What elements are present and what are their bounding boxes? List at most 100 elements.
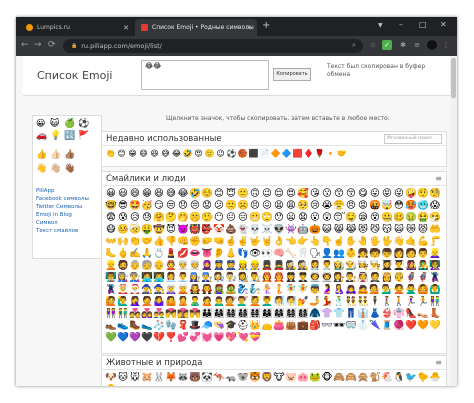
emoji-button[interactable]: 🧛 (201, 284, 213, 296)
reload-button[interactable]: ⟳ (48, 40, 56, 50)
emoji-button[interactable]: 🕵️ (297, 260, 309, 272)
emoji-button[interactable]: 🧟‍♀️ (213, 284, 225, 296)
emoji-button[interactable]: 👨‍🔧 (201, 272, 213, 284)
emoji-button[interactable]: 👞 (105, 320, 117, 332)
emoji-button[interactable]: 🐼 (201, 372, 213, 384)
emoji-button[interactable]: 🤬 (369, 200, 381, 212)
emoji-button[interactable]: 👖 (345, 308, 357, 320)
emoji-button[interactable]: 🧐 (429, 188, 441, 200)
emoji-button[interactable]: 🗣 (309, 248, 321, 260)
emoji-button[interactable]: 👿 (177, 224, 189, 236)
emoji-button[interactable]: 🧣 (177, 320, 189, 332)
emoji-button[interactable]: 🙍 (201, 296, 213, 308)
emoji-button[interactable]: 🔸 (325, 148, 336, 160)
emoji-button[interactable]: 👆 (309, 236, 321, 248)
emoji-button[interactable]: 👨‍🎤 (417, 260, 429, 272)
emoji-button[interactable]: 👨‍⚕️ (321, 260, 333, 272)
emoji-button[interactable]: 😡 (357, 200, 369, 212)
back-button[interactable]: ← (21, 40, 29, 50)
emoji-button[interactable]: ♦️ (303, 148, 314, 160)
emoji-button[interactable]: 👹 (189, 224, 201, 236)
emoji-button[interactable]: 😵 (369, 212, 381, 224)
emoji-button[interactable]: 😁 (141, 188, 153, 200)
emoji-button[interactable]: 🤭 (177, 212, 189, 224)
emoji-button[interactable]: 👣 (237, 248, 249, 260)
emoji-button[interactable]: 👝 (261, 320, 273, 332)
emoji-button[interactable]: 👨‍⚖️ (345, 272, 357, 284)
emoji-button[interactable]: 💇 (225, 296, 237, 308)
emoji-button[interactable]: 🐻 (189, 372, 201, 384)
emoji-button[interactable]: 😼 (369, 224, 381, 236)
emoji-button[interactable]: 🔶 (270, 148, 281, 160)
emoji-button[interactable]: 😫 (273, 200, 285, 212)
emoji-button[interactable]: 🙅 (393, 284, 405, 296)
emoji-button[interactable]: 👽 (273, 224, 285, 236)
wave-dark-icon[interactable]: 👋🏾 (64, 164, 75, 174)
category-animals-icon[interactable]: 😺 (50, 119, 59, 129)
emoji-button[interactable]: 🤝 (336, 148, 347, 160)
emoji-button[interactable]: 😾 (417, 224, 429, 236)
link-facebook-symbols[interactable]: Facebook символы (36, 196, 102, 203)
skin-tone-light-icon[interactable]: 👍🏻 (50, 150, 61, 160)
emoji-button[interactable]: 👜 (285, 320, 297, 332)
emoji-button[interactable]: 🧦 (153, 320, 165, 332)
emoji-button[interactable]: 🙆‍♂️ (429, 284, 441, 296)
emoji-button[interactable]: 🥿 (141, 320, 153, 332)
emoji-button[interactable]: 😄 (129, 188, 141, 200)
emoji-button[interactable]: 👷‍♀️ (237, 260, 249, 272)
emoji-button[interactable]: 🤷 (165, 296, 177, 308)
emoji-button[interactable]: 👙 (381, 308, 393, 320)
emoji-button[interactable]: 😗 (321, 188, 333, 200)
emoji-button[interactable]: 🧜 (273, 284, 285, 296)
emoji-button[interactable]: 😶 (213, 212, 225, 224)
emoji-button[interactable]: 👩‍👩‍👧‍👦 (285, 308, 297, 320)
emoji-button[interactable]: 👳‍♀️ (177, 260, 189, 272)
emoji-button[interactable]: 😘 (309, 188, 321, 200)
emoji-button[interactable]: 🤞 (225, 236, 237, 248)
emoji-button[interactable]: 🐯 (249, 372, 261, 384)
emoji-button[interactable]: 👓 (321, 320, 333, 332)
extension-check-icon[interactable]: ✓ (382, 40, 392, 50)
emoji-button[interactable]: 👩‍🔧 (189, 272, 201, 284)
emoji-button[interactable]: 👁 (249, 248, 261, 260)
emoji-button[interactable]: 🐷 (285, 372, 297, 384)
emoji-button[interactable]: 🐸 (309, 372, 321, 384)
emoji-button[interactable]: 👩‍⚕️ (309, 260, 321, 272)
close-window-button[interactable]: ✕ (440, 20, 447, 29)
emoji-button[interactable]: 😆 (153, 188, 165, 200)
emoji-button[interactable]: ⬛ (248, 148, 259, 160)
emoji-button[interactable]: 👨‍💻 (153, 272, 165, 284)
emoji-button[interactable]: 😸 (333, 224, 345, 236)
category-food-icon[interactable]: 🍏 (64, 119, 75, 129)
emoji-button[interactable]: 💃 (321, 296, 333, 308)
emoji-button[interactable]: 🔷 (281, 148, 292, 160)
emoji-button[interactable]: 😔 (189, 200, 201, 212)
emoji-button[interactable]: 🤱 (333, 284, 345, 296)
emoji-button[interactable]: 👂 (213, 248, 225, 260)
emoji-button[interactable]: 💕 (177, 332, 189, 344)
emoji-button[interactable]: 🤐 (381, 212, 393, 224)
emoji-button[interactable]: 😕 (213, 200, 225, 212)
emoji-button[interactable]: 🎒 (309, 320, 321, 332)
emoji-button[interactable]: 🙂 (204, 148, 215, 160)
emoji-button[interactable]: 😣 (249, 200, 261, 212)
emoji-button[interactable]: 🥺 (297, 200, 309, 212)
emoji-button[interactable]: 👩‍🚀 (309, 272, 321, 284)
emoji-button[interactable]: 😙 (333, 188, 345, 200)
emoji-button[interactable]: 🎃 (309, 224, 321, 236)
emoji-button[interactable]: 💖 (225, 332, 237, 344)
emoji-button[interactable]: 🤪 (405, 188, 417, 200)
emoji-button[interactable]: 🕵️‍♀️ (285, 260, 297, 272)
emoji-button[interactable]: 👯‍♂️ (357, 296, 369, 308)
emoji-button[interactable]: 😩 (285, 200, 297, 212)
emoji-button[interactable]: 🐰 (153, 372, 165, 384)
wave-light-icon[interactable]: 👋🏼 (50, 164, 61, 174)
emoji-button[interactable]: ❤️ (405, 320, 417, 332)
emoji-button[interactable]: 😀 (105, 188, 117, 200)
emoji-button[interactable]: 💚 (105, 332, 117, 344)
emoji-button[interactable]: 🦶 (105, 248, 117, 260)
emoji-button[interactable]: 👐 (105, 236, 117, 248)
emoji-button[interactable]: 🧔 (117, 260, 129, 272)
emoji-button[interactable]: 👸 (381, 272, 393, 284)
emoji-button[interactable]: 💋 (177, 248, 189, 260)
